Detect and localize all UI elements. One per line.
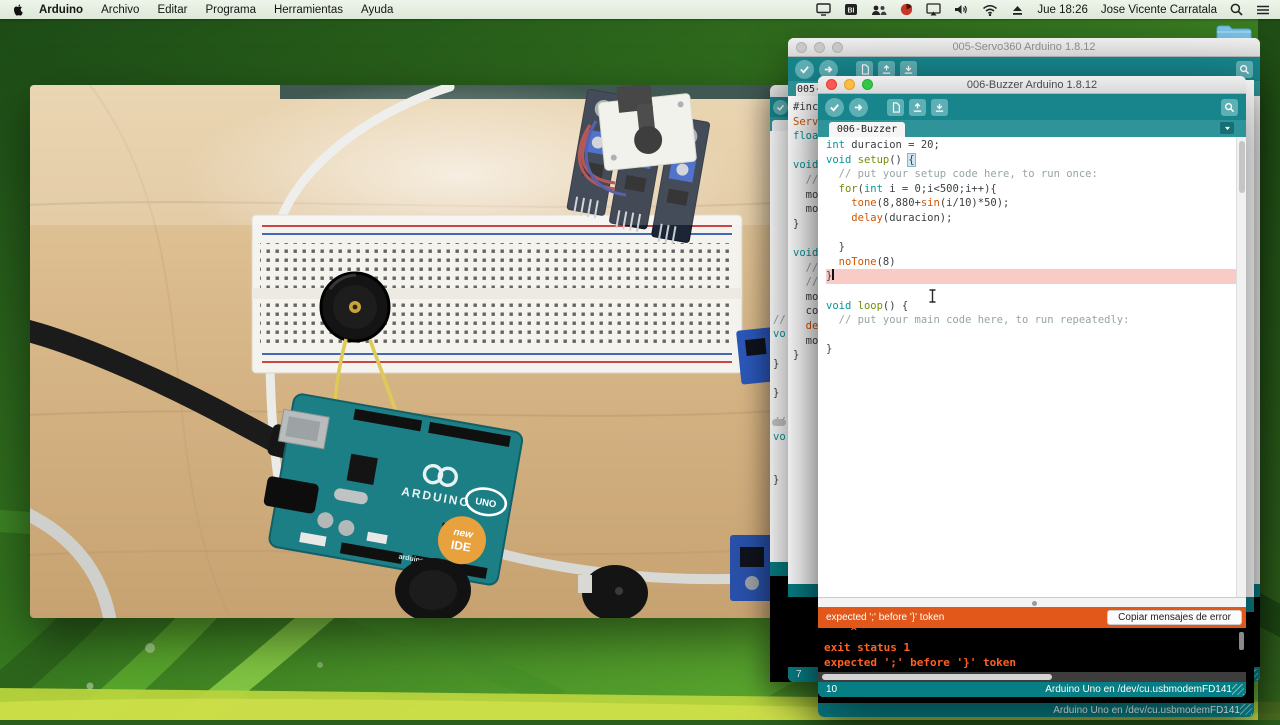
magnifier-icon [1224,102,1235,112]
scrollbar-track[interactable] [1236,137,1246,597]
blue-module-bottom-right [730,535,775,601]
console-hscrollbar-thumb[interactable] [822,674,1052,680]
eject-status-icon[interactable] [1011,4,1024,16]
check-icon [776,104,785,111]
users-status-icon[interactable] [871,4,887,16]
error-message: expected ';' before '}' token [826,612,945,623]
notification-center-icon[interactable] [1256,4,1270,16]
new-sketch-button[interactable] [887,98,904,116]
zoom-button[interactable] [862,79,873,90]
webcam-video-window[interactable]: ARDUINO UNO new IDE arduino.org [30,85,775,618]
record-app-status-icon[interactable] [900,3,913,16]
tab-list-dropdown[interactable] [1220,122,1234,134]
resize-grip[interactable] [1240,704,1252,715]
window-006-toolbar [818,94,1246,120]
verify-button[interactable] [773,99,788,115]
chevron-down-icon [1224,126,1230,130]
arrow-right-icon [824,65,833,73]
bi-app-status-icon[interactable]: BI [844,3,858,16]
menu-item-archivo[interactable]: Archivo [92,0,148,19]
strip-code: //vo } } //vo } [773,313,786,487]
upload-button[interactable] [849,97,868,117]
check-icon [800,65,809,74]
open-arrow-icon [913,102,922,112]
new-document-icon [861,63,869,75]
window-006-status-bar: 10 Arduino Uno en /dev/cu.usbmodemFD141 [818,682,1246,697]
close-button[interactable] [826,79,837,90]
menu-user-name[interactable]: Jose Vicente Carratala [1101,4,1217,16]
svg-text:BI: BI [848,8,855,15]
console-hscrollbar[interactable] [818,672,1246,682]
menu-item-arduino[interactable]: Arduino [30,0,92,19]
save-arrow-icon [935,103,944,112]
webcam-scene: ARDUINO UNO new IDE arduino.org [30,85,775,618]
magnifier-icon [1239,64,1250,74]
menu-item-herramientas[interactable]: Herramientas [265,0,352,19]
open-arrow-icon [882,64,891,74]
check-icon [830,103,839,112]
window-005-code: #inc Serv floa void // mo mo} void // // m… [793,101,819,362]
minimize-button[interactable] [814,41,825,53]
splitter-grip-dot [1032,601,1037,606]
copy-error-messages-button[interactable]: Copiar mensajes de error [1107,610,1242,625]
apple-logo-icon [13,3,23,16]
window-006-tab-bar: 006-Buzzer [818,120,1246,137]
open-button[interactable] [909,98,926,116]
arrow-right-icon [854,103,863,111]
save-button[interactable] [900,60,917,78]
error-bar: expected ';' before '}' token Copiar men… [818,607,1246,628]
window-006-title: 006-Buzzer Arduino 1.8.12 [966,78,1098,91]
menu-item-programa[interactable]: Programa [196,0,265,19]
resize-grip[interactable] [1232,684,1244,695]
console-output: ^ exit status 1 expected ';' before '}' to… [824,628,1017,669]
new-document-icon [892,101,900,113]
display-status-icon[interactable] [816,3,832,16]
editor-console-splitter[interactable] [818,597,1246,607]
console-vscrollbar-thumb[interactable] [1239,632,1244,650]
error-console[interactable]: ^ exit status 1 expected ';' before '}' to… [818,628,1246,672]
verify-button[interactable] [795,59,814,79]
open-button[interactable] [878,60,895,78]
verify-button[interactable] [825,97,844,117]
line-number-indicator: 7 [796,669,802,680]
strip-scrollbar-thumb[interactable] [772,419,786,426]
serial-monitor-button[interactable] [1221,98,1238,116]
close-button[interactable] [796,41,807,53]
window-006-title-bar[interactable]: 006-Buzzer Arduino 1.8.12 [818,76,1246,94]
line-number-indicator: 10 [826,684,838,695]
volume-status-icon[interactable] [954,3,969,16]
menu-item-ayuda[interactable]: Ayuda [352,0,402,19]
board-port-indicator: Arduino Uno en /dev/cu.usbmodemFD141 [1053,704,1240,716]
menu-bar: Arduino Archivo Editar Programa Herramie… [0,0,1280,19]
tab-006-buzzer[interactable]: 006-Buzzer [829,122,905,137]
serial-monitor-button[interactable] [1236,60,1253,78]
minimize-button[interactable] [844,79,855,90]
spotlight-search-icon[interactable] [1230,3,1243,16]
window-005-title-bar[interactable]: 005-Servo360 Arduino 1.8.12 [788,38,1260,57]
board-port-indicator: Arduino Uno en /dev/cu.usbmodemFD141 [1045,684,1232,695]
zoom-button[interactable] [832,41,843,53]
window-005-title: 005-Servo360 Arduino 1.8.12 [952,41,1096,53]
save-button[interactable] [931,98,948,116]
save-arrow-icon [904,65,913,74]
menu-item-editar[interactable]: Editar [148,0,196,19]
new-sketch-button[interactable] [856,60,873,78]
apple-menu[interactable] [0,3,30,17]
cascade-status-bar: Arduino Uno en /dev/cu.usbmodemFD141 [818,703,1254,717]
screen-mirroring-status-icon[interactable] [926,3,941,16]
window-006-editor[interactable]: int duracion = 20; void setup() { // put … [818,137,1246,597]
scrollbar-thumb[interactable] [1239,141,1245,193]
window-006-buzzer[interactable]: 006-Buzzer Arduino 1.8.12 006-Buzzer int… [818,76,1246,697]
buzzer [319,271,391,343]
window-006-code[interactable]: int duracion = 20; void setup() { // put … [818,138,1246,357]
wifi-status-icon[interactable] [982,4,998,16]
menu-clock[interactable]: Jue 18:26 [1037,4,1088,16]
ibeam-mouse-cursor [929,289,936,303]
